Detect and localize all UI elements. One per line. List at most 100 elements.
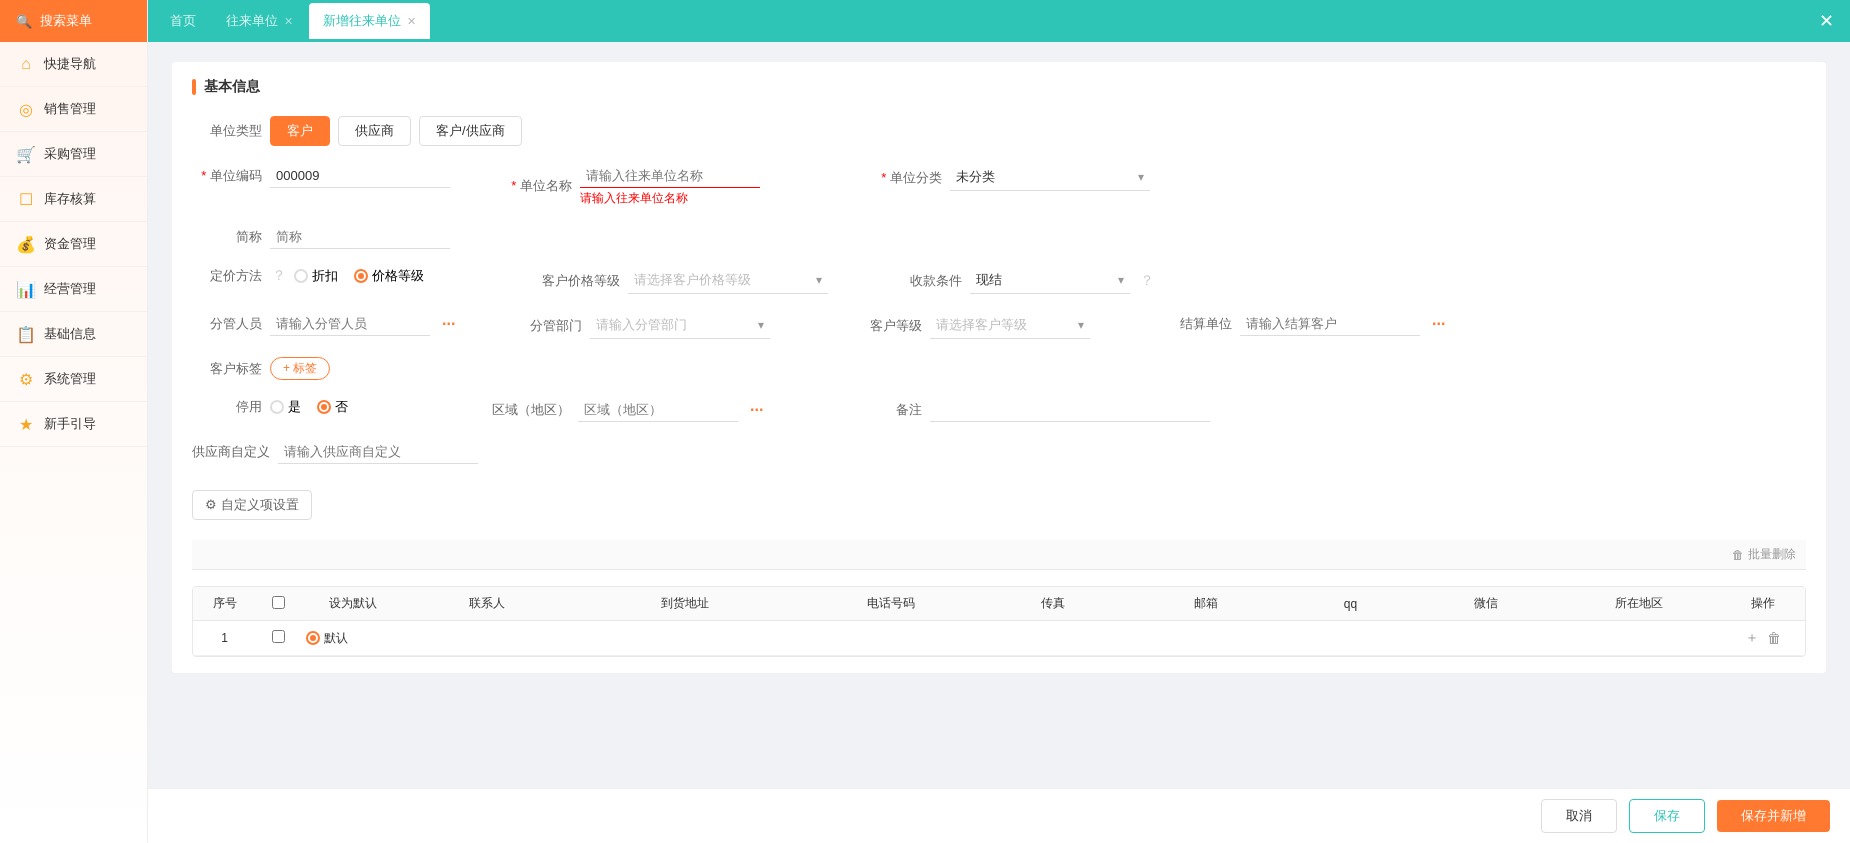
- manager-row: 分管人员 ··· 分管部门 请输入分管部门 ▾ 客户等级 请选择客户等级 ▾: [192, 312, 1806, 339]
- region-input[interactable]: [578, 398, 738, 422]
- cancel-button[interactable]: 取消: [1541, 799, 1617, 833]
- cell-region[interactable]: [1558, 621, 1720, 656]
- sidebar-item-system[interactable]: ⚙ 系统管理: [0, 357, 147, 402]
- row-add-btn[interactable]: ＋: [1745, 629, 1759, 647]
- manager-group: 分管人员 ···: [192, 312, 502, 336]
- col-phone: 电话号码: [801, 587, 981, 621]
- dept-select[interactable]: 请输入分管部门 ▾: [590, 312, 770, 339]
- row-checkbox[interactable]: [272, 630, 285, 643]
- fax-input[interactable]: [1018, 631, 1088, 646]
- tag-add-btn[interactable]: + 标签: [270, 357, 330, 380]
- price-level-select[interactable]: 请选择客户价格等级 ▾: [628, 267, 828, 294]
- sidebar-item-inventory[interactable]: ☐ 库存核算: [0, 177, 147, 222]
- contact-table-element: 序号 设为默认 联系人 到货地址 电话号码 传真 邮箱 qq 微信 所在地区 操…: [193, 587, 1805, 656]
- phone-input[interactable]: [846, 631, 936, 646]
- table-header-bar: 🗑 批量删除: [192, 540, 1806, 570]
- col-default: 设为默认: [300, 587, 406, 621]
- default-radio-item[interactable]: 默认: [306, 630, 400, 647]
- address-input[interactable]: [625, 631, 745, 646]
- disabled-no-label: 否: [335, 398, 348, 416]
- settle-more-btn[interactable]: ···: [1428, 315, 1449, 333]
- pricing-help-icon[interactable]: ？: [272, 267, 286, 285]
- region-table-input[interactable]: [1599, 631, 1679, 646]
- dept-label: 分管部门: [512, 317, 582, 335]
- payment-help-icon[interactable]: ？: [1140, 272, 1154, 290]
- pricing-price-level-label: 价格等级: [372, 267, 424, 285]
- payment-chevron-icon: ▾: [1118, 273, 1124, 287]
- tab-partner-new[interactable]: 新增往来单位 ✕: [309, 3, 430, 39]
- pricing-row: 定价方法 ？ 折扣 价格等级 客户价格等级: [192, 267, 1806, 294]
- unit-btn-customer[interactable]: 客户: [270, 116, 330, 146]
- manager-more-btn[interactable]: ···: [438, 315, 459, 333]
- wechat-input[interactable]: [1451, 631, 1521, 646]
- contact-input[interactable]: [447, 631, 527, 646]
- sidebar-item-guide[interactable]: ★ 新手引导: [0, 402, 147, 447]
- note-label: 备注: [852, 401, 922, 419]
- cell-wechat[interactable]: [1414, 621, 1558, 656]
- region-more-btn[interactable]: ···: [746, 401, 767, 419]
- window-close-button[interactable]: ✕: [1811, 10, 1842, 32]
- unit-btn-both[interactable]: 客户/供应商: [419, 116, 522, 146]
- col-fax: 传真: [980, 587, 1124, 621]
- cell-address[interactable]: [568, 621, 801, 656]
- category-select[interactable]: 未分类 ▾: [950, 164, 1150, 191]
- abbr-label: 简称: [192, 228, 262, 246]
- tab-partner-new-close[interactable]: ✕: [407, 15, 416, 28]
- save-button[interactable]: 保存: [1629, 799, 1705, 833]
- supplier-custom-input[interactable]: [278, 440, 478, 464]
- cell-checkbox[interactable]: [256, 621, 300, 656]
- row-delete-btn[interactable]: 🗑: [1767, 630, 1781, 646]
- cell-contact[interactable]: [406, 621, 568, 656]
- code-label: 单位编码: [192, 167, 262, 185]
- abbr-input[interactable]: [270, 225, 450, 249]
- sidebar-item-operation[interactable]: 📊 经营管理: [0, 267, 147, 312]
- category-value: 未分类: [956, 168, 995, 186]
- default-radio[interactable]: [306, 631, 320, 645]
- disabled-yes-option[interactable]: 是: [270, 398, 301, 416]
- customer-level-select[interactable]: 请选择客户等级 ▾: [930, 312, 1090, 339]
- sidebar-item-purchase[interactable]: 🛒 采购管理: [0, 132, 147, 177]
- sidebar: 🔍 搜索菜单 ⌂ 快捷导航 ◎ 销售管理 🛒 采购管理 ☐ 库存核算 💰 资金管…: [0, 0, 148, 843]
- cell-qq[interactable]: [1287, 621, 1414, 656]
- table-row: 1 默认: [193, 621, 1805, 656]
- tab-partner-list-close[interactable]: ✕: [284, 15, 293, 28]
- dept-placeholder: 请输入分管部门: [596, 316, 687, 334]
- supplier-custom-row: 供应商自定义: [192, 440, 1806, 464]
- disabled-yes-radio[interactable]: [270, 400, 284, 414]
- pricing-price-level-radio[interactable]: [354, 269, 368, 283]
- select-all-checkbox[interactable]: [272, 596, 285, 609]
- pricing-price-level-option[interactable]: 价格等级: [354, 267, 424, 285]
- col-email: 邮箱: [1125, 587, 1287, 621]
- settle-input[interactable]: [1240, 312, 1420, 336]
- col-qq: qq: [1287, 587, 1414, 621]
- save-new-button[interactable]: 保存并新增: [1717, 800, 1830, 832]
- batch-delete-btn[interactable]: 🗑 批量删除: [1732, 546, 1796, 563]
- disabled-no-radio[interactable]: [317, 400, 331, 414]
- disabled-label: 停用: [192, 398, 262, 416]
- name-input[interactable]: [580, 164, 760, 188]
- payment-value: 现结: [976, 271, 1002, 289]
- cell-fax[interactable]: [980, 621, 1124, 656]
- price-level-label: 客户价格等级: [542, 272, 620, 290]
- manager-input[interactable]: [270, 312, 430, 336]
- sidebar-item-quick-nav[interactable]: ⌂ 快捷导航: [0, 42, 147, 87]
- disabled-no-option[interactable]: 否: [317, 398, 348, 416]
- qq-input[interactable]: [1320, 631, 1380, 646]
- sidebar-item-basic-info[interactable]: 📋 基础信息: [0, 312, 147, 357]
- code-input[interactable]: [270, 164, 450, 188]
- pricing-discount-option[interactable]: 折扣: [294, 267, 338, 285]
- sidebar-search[interactable]: 🔍 搜索菜单: [0, 0, 147, 42]
- custom-settings-btn[interactable]: ⚙ 自定义项设置: [192, 490, 312, 520]
- sidebar-item-finance[interactable]: 💰 资金管理: [0, 222, 147, 267]
- payment-select[interactable]: 现结 ▾: [970, 267, 1130, 294]
- cell-email[interactable]: [1125, 621, 1287, 656]
- unit-btn-supplier[interactable]: 供应商: [338, 116, 411, 146]
- pricing-discount-radio[interactable]: [294, 269, 308, 283]
- note-input[interactable]: [930, 398, 1210, 422]
- tab-partner-list[interactable]: 往来单位 ✕: [212, 3, 307, 39]
- cell-phone[interactable]: [801, 621, 981, 656]
- sidebar-item-sales[interactable]: ◎ 销售管理: [0, 87, 147, 132]
- sidebar-item-label: 销售管理: [44, 100, 96, 118]
- tab-home[interactable]: 首页: [156, 3, 210, 39]
- email-input[interactable]: [1166, 631, 1246, 646]
